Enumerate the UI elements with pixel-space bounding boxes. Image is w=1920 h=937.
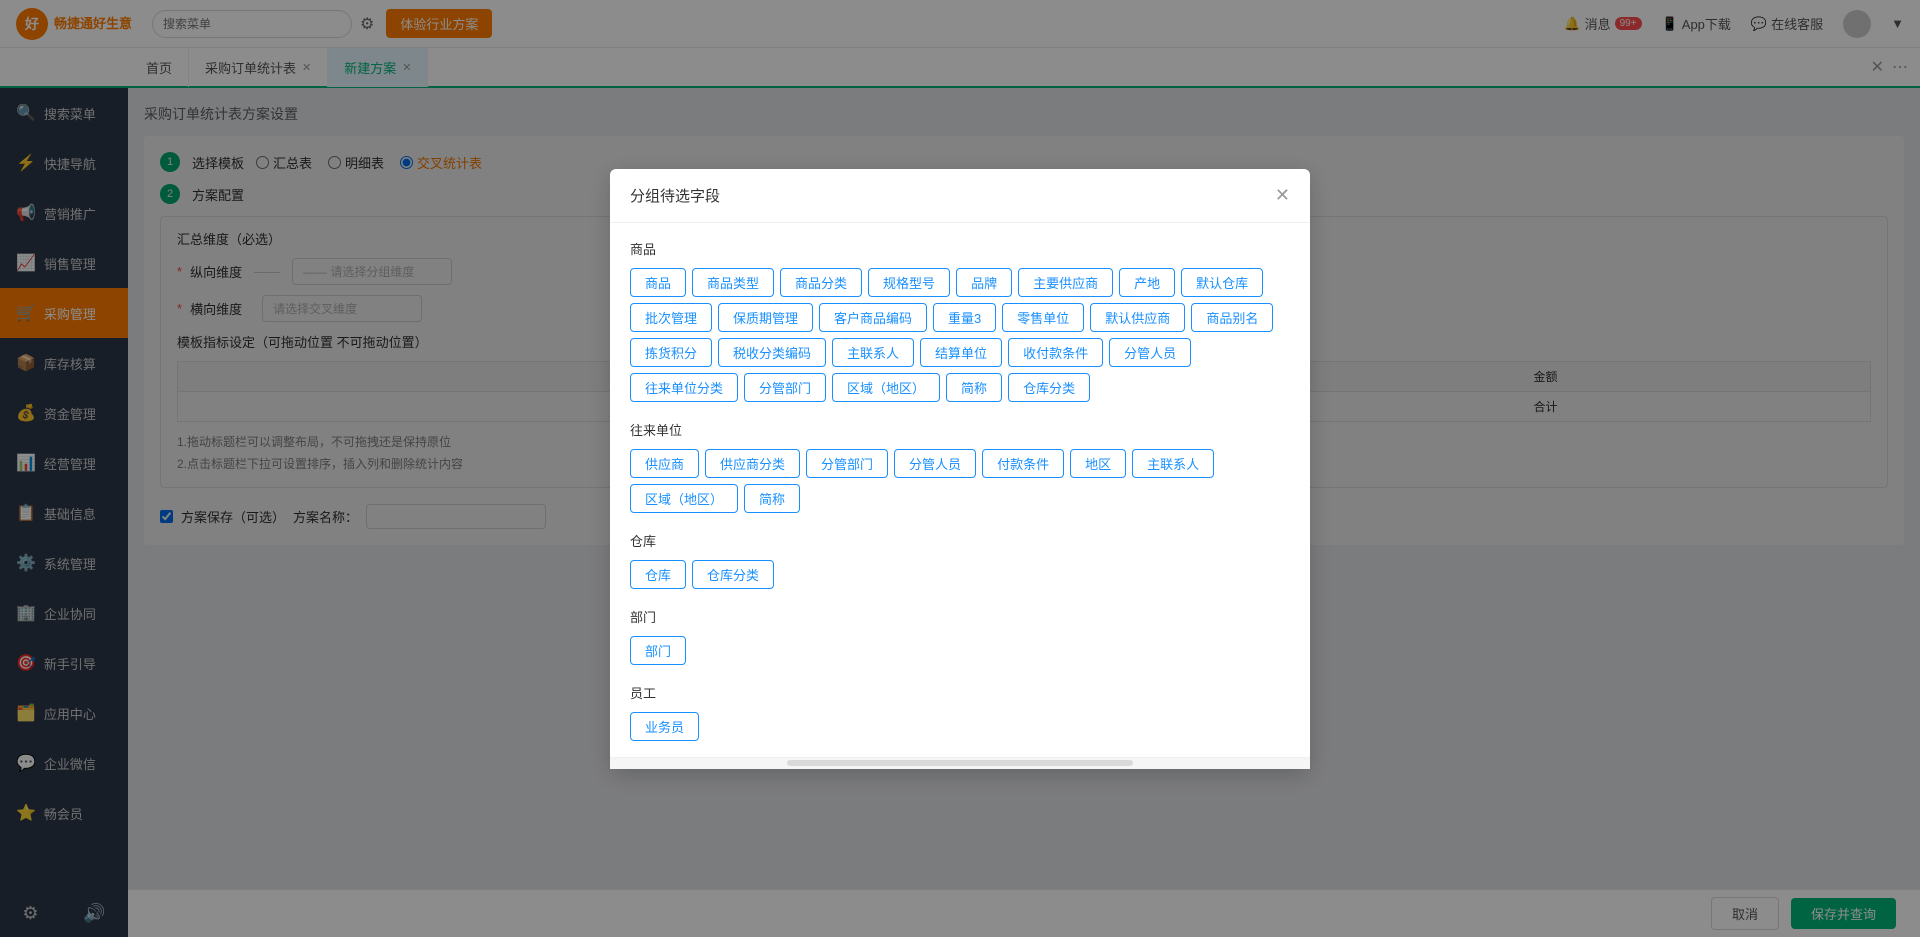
modal-overlay: 分组待选字段 ✕ 商品 商品 商品类型 商品分类 规格型号 品牌 主要供应商 产… (0, 0, 1920, 937)
field-btn-tax-code[interactable]: 税收分类编码 (718, 338, 826, 367)
field-btn-retail-unit[interactable]: 零售单位 (1002, 303, 1084, 332)
field-btn-short-name[interactable]: 简称 (946, 373, 1002, 402)
modal-body: 商品 商品 商品类型 商品分类 规格型号 品牌 主要供应商 产地 默认仓库 批次… (610, 223, 1310, 758)
field-btn-product-type[interactable]: 商品类型 (692, 268, 774, 297)
field-btn-spec-model[interactable]: 规格型号 (868, 268, 950, 297)
field-btn-main-supplier[interactable]: 主要供应商 (1018, 268, 1113, 297)
field-btn-brand[interactable]: 品牌 (956, 268, 1012, 297)
field-btn-main-contact[interactable]: 主联系人 (832, 338, 914, 367)
modal-title: 分组待选字段 (630, 185, 720, 206)
section-warehouse-title: 仓库 (630, 531, 1290, 550)
section-product-title: 商品 (630, 239, 1290, 258)
section-warehouse-fields: 仓库 仓库分类 (630, 560, 1290, 589)
field-btn-dept[interactable]: 分管部门 (744, 373, 826, 402)
field-btn-salesperson[interactable]: 业务员 (630, 712, 699, 741)
field-btn-pay-term[interactable]: 付款条件 (982, 449, 1064, 478)
field-btn-department[interactable]: 部门 (630, 636, 686, 665)
field-btn-wh[interactable]: 仓库 (630, 560, 686, 589)
section-partner-title: 往来单位 (630, 420, 1290, 439)
field-btn-cust-code[interactable]: 客户商品编码 (819, 303, 927, 332)
modal-header: 分组待选字段 ✕ (610, 169, 1310, 223)
field-btn-area[interactable]: 地区 (1070, 449, 1126, 478)
field-btn-partner-contact[interactable]: 主联系人 (1132, 449, 1214, 478)
field-btn-supervisor[interactable]: 分管人员 (1109, 338, 1191, 367)
field-btn-wh-category[interactable]: 仓库分类 (692, 560, 774, 589)
field-btn-wh-cat[interactable]: 仓库分类 (1008, 373, 1090, 402)
section-partner: 往来单位 供应商 供应商分类 分管部门 分管人员 付款条件 地区 主联系人 区域… (630, 420, 1290, 513)
field-btn-alias[interactable]: 商品别名 (1191, 303, 1273, 332)
field-btn-region[interactable]: 区域（地区） (832, 373, 940, 402)
field-btn-product-category[interactable]: 商品分类 (780, 268, 862, 297)
modal: 分组待选字段 ✕ 商品 商品 商品类型 商品分类 规格型号 品牌 主要供应商 产… (610, 169, 1310, 769)
section-warehouse: 仓库 仓库 仓库分类 (630, 531, 1290, 589)
field-btn-expire-mgmt[interactable]: 保质期管理 (718, 303, 813, 332)
field-btn-partner-dept[interactable]: 分管部门 (806, 449, 888, 478)
field-btn-partner-region[interactable]: 区域（地区） (630, 484, 738, 513)
field-btn-batch-mgmt[interactable]: 批次管理 (630, 303, 712, 332)
modal-hscrollbar (787, 760, 1133, 766)
field-btn-pick-points[interactable]: 拣货积分 (630, 338, 712, 367)
field-btn-product[interactable]: 商品 (630, 268, 686, 297)
section-department-title: 部门 (630, 607, 1290, 626)
section-product-fields: 商品 商品类型 商品分类 规格型号 品牌 主要供应商 产地 默认仓库 批次管理 … (630, 268, 1290, 402)
field-btn-partner-cat[interactable]: 往来单位分类 (630, 373, 738, 402)
field-btn-payment-term[interactable]: 收付款条件 (1008, 338, 1103, 367)
field-btn-settle-unit[interactable]: 结算单位 (920, 338, 1002, 367)
section-product: 商品 商品 商品类型 商品分类 规格型号 品牌 主要供应商 产地 默认仓库 批次… (630, 239, 1290, 402)
section-employee-fields: 业务员 (630, 712, 1290, 741)
field-btn-supplier-cat[interactable]: 供应商分类 (705, 449, 800, 478)
section-partner-fields: 供应商 供应商分类 分管部门 分管人员 付款条件 地区 主联系人 区域（地区） … (630, 449, 1290, 513)
field-btn-supplier[interactable]: 供应商 (630, 449, 699, 478)
section-department-fields: 部门 (630, 636, 1290, 665)
section-employee-title: 员工 (630, 683, 1290, 702)
modal-close-button[interactable]: ✕ (1275, 185, 1290, 206)
field-btn-origin[interactable]: 产地 (1119, 268, 1175, 297)
section-employee: 员工 业务员 (630, 683, 1290, 741)
field-btn-default-wh[interactable]: 默认仓库 (1181, 268, 1263, 297)
field-btn-partner-supervisor[interactable]: 分管人员 (894, 449, 976, 478)
field-btn-default-supplier[interactable]: 默认供应商 (1090, 303, 1185, 332)
field-btn-weight[interactable]: 重量3 (933, 303, 996, 332)
modal-hscroll-track[interactable] (610, 757, 1310, 768)
section-department: 部门 部门 (630, 607, 1290, 665)
field-btn-partner-short[interactable]: 简称 (744, 484, 800, 513)
